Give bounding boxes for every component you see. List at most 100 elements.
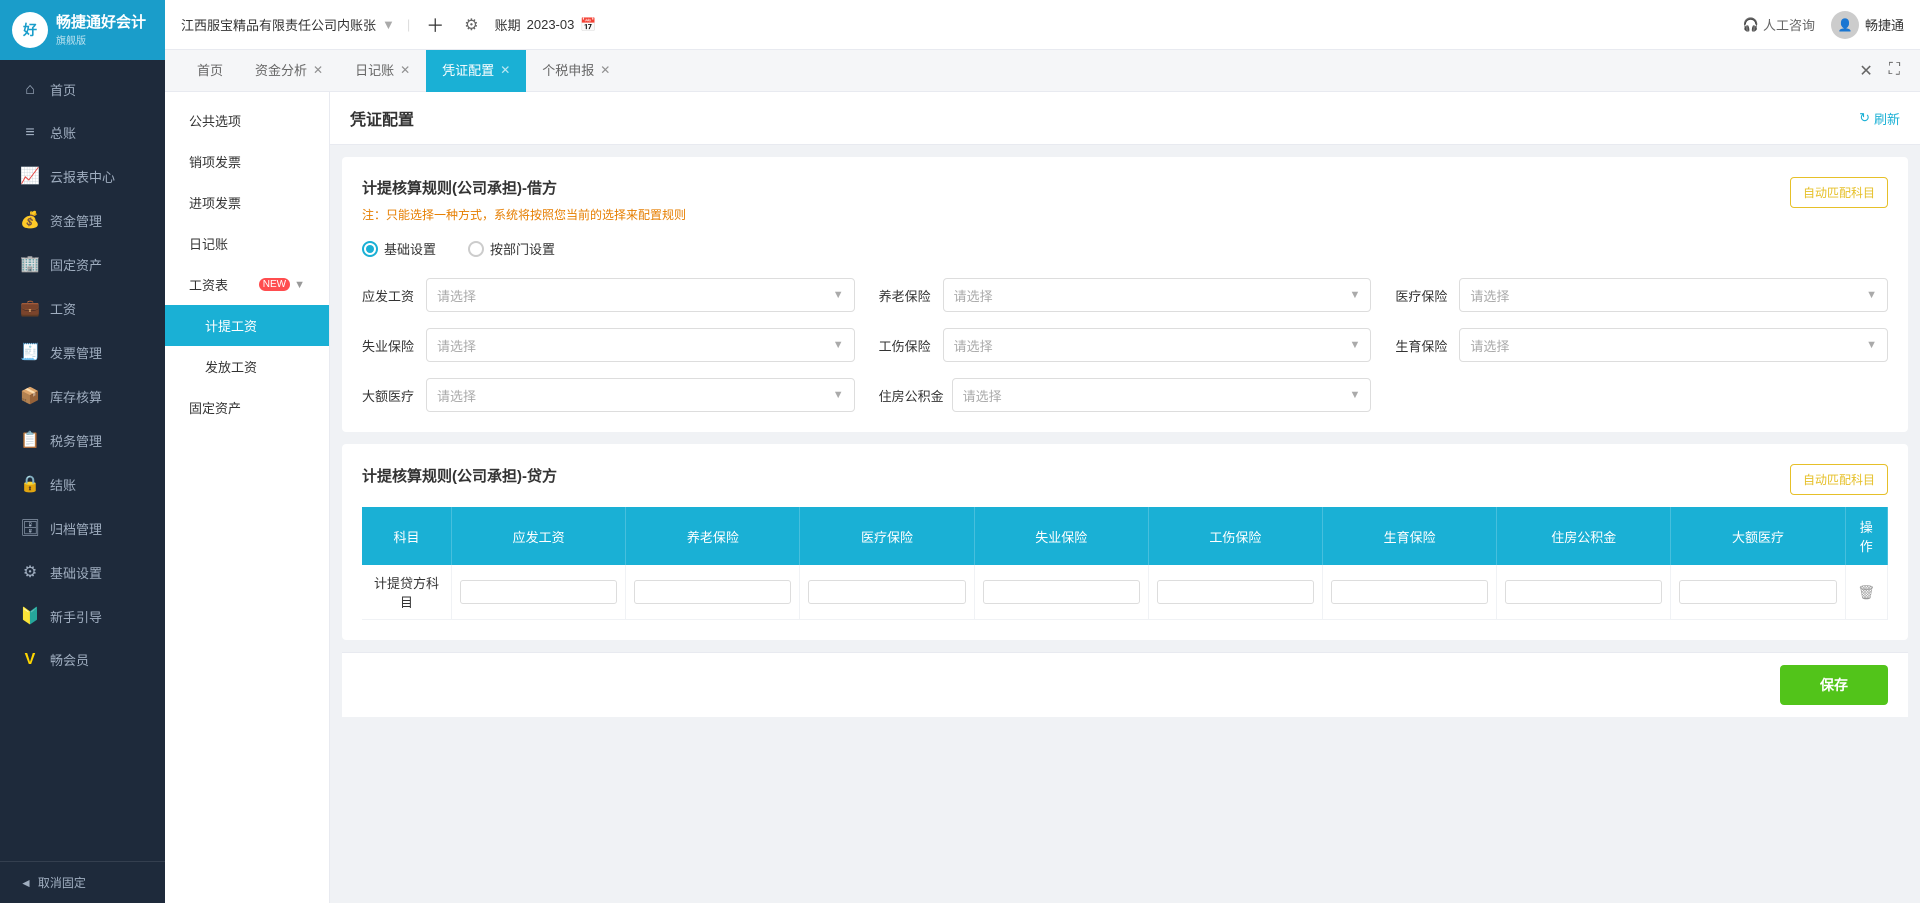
input-sybx[interactable] [983,580,1140,604]
left-nav-purchase[interactable]: 进项发票 [165,182,329,223]
col-dely: 大额医疗 [1671,507,1845,565]
sidebar-item-settings[interactable]: ⚙ 基础设置 [0,550,165,594]
tab-fund-label: 资金分析 [255,60,307,79]
page-title: 凭证配置 [350,106,414,130]
input-gsbx[interactable] [1157,580,1314,604]
select-sybx[interactable]: 请选择 ▼ [426,328,855,362]
sidebar-item-tax[interactable]: 📋 税务管理 [0,418,165,462]
tab-journal[interactable]: 日记账 ✕ [339,50,426,92]
tab-fund-close[interactable]: ✕ [313,63,323,77]
row-label-text: 计提贷方科目 [374,576,439,610]
sidebar-unpin-btn[interactable]: ◄ 取消固定 [0,861,165,903]
label-ylbx: 养老保险 [879,286,935,305]
service-label: 人工咨询 [1763,15,1815,34]
left-nav-journal[interactable]: 日记账 [165,223,329,264]
left-nav-fixed-assets[interactable]: 固定资产 [165,387,329,428]
sidebar-item-stock[interactable]: 📦 库存核算 [0,374,165,418]
tab-home[interactable]: 首页 [181,50,239,92]
left-nav-wage-table[interactable]: 工资表 NEW ▼ [165,264,329,305]
input-ylbx2[interactable] [808,580,965,604]
sidebar-item-assets[interactable]: 🏢 固定资产 [0,242,165,286]
select-dely[interactable]: 请选择 ▼ [426,378,855,412]
period-value: 2023-03 [527,17,575,32]
tab-tax[interactable]: 个税申报 ✕ [526,50,626,92]
sidebar: 好 畅捷通好会计 旗舰版 ⌂ 首页 ≡ 总账 📈 云报表中心 💰 资金管理 🏢 … [0,0,165,903]
refresh-btn[interactable]: ↻ 刷新 [1859,109,1900,128]
sidebar-logo: 好 畅捷通好会计 旗舰版 [0,0,165,60]
credit-auto-match-btn[interactable]: 自动匹配科目 [1790,464,1888,495]
tab-close-btn[interactable]: ✕ [1855,57,1876,85]
table-header-row: 科目 应发工资 养老保险 医疗保险 失业保险 工伤保险 生育保险 住房公积金 大… [362,507,1888,565]
sidebar-item-wages[interactable]: 💼 工资 [0,286,165,330]
tab-maximize-btn[interactable]: ⛶ [1885,57,1904,85]
input-dely[interactable] [1679,580,1836,604]
save-bar: 保存 [342,652,1908,717]
select-zfgjj[interactable]: 请选择 ▼ [952,378,1372,412]
avatar: 👤 [1831,11,1859,39]
select-dely-placeholder: 请选择 [437,386,476,405]
settings-gear-btn[interactable]: ⚙ [460,11,482,39]
field-yfgz: 应发工资 请选择 ▼ [362,278,855,312]
sidebar-item-member[interactable]: V 畅会员 [0,638,165,681]
input-zfgjj[interactable] [1505,580,1662,604]
radio-dept[interactable]: 按部门设置 [468,239,555,258]
select-yfgz[interactable]: 请选择 ▼ [426,278,855,312]
select-ylbx2-placeholder: 请选择 [1470,286,1509,305]
calendar-icon[interactable]: 📅 [580,17,596,33]
tab-journal-label: 日记账 [355,60,394,79]
col-yfgz-label: 应发工资 [513,530,565,545]
label-gsbx: 工伤保险 [879,336,935,355]
col-ylbx-label: 养老保险 [687,530,739,545]
company-selector[interactable]: 江西服宝精品有限责任公司内账张 ▼ [181,15,395,34]
sidebar-item-close[interactable]: 🔒 结账 [0,462,165,506]
col-ylbx2-label: 医疗保险 [861,530,913,545]
left-nav-public[interactable]: 公共选项 [165,100,329,141]
select-yfgz-placeholder: 请选择 [437,286,476,305]
sidebar-item-home[interactable]: ⌂ 首页 [0,68,165,111]
sidebar-item-reports[interactable]: 📈 云报表中心 [0,154,165,198]
select-gsbx[interactable]: 请选择 ▼ [943,328,1372,362]
user-menu[interactable]: 👤 畅捷通 [1831,11,1904,39]
sidebar-item-invoice[interactable]: 🧾 发票管理 [0,330,165,374]
cell-sybx [974,565,1148,620]
tab-voucher[interactable]: 凭证配置 ✕ [426,50,526,92]
debit-auto-match-btn[interactable]: 自动匹配科目 [1790,177,1888,208]
select-ylbx[interactable]: 请选择 ▼ [943,278,1372,312]
save-btn[interactable]: 保存 [1780,665,1888,705]
left-nav-advance-wage[interactable]: 计提工资 [165,305,329,346]
radio-basic[interactable]: 基础设置 [362,239,436,258]
member-icon: V [20,651,40,669]
sidebar-item-guide[interactable]: 🔰 新手引导 [0,594,165,638]
input-sybx2[interactable] [1331,580,1488,604]
tab-fund[interactable]: 资金分析 ✕ [239,50,339,92]
delete-row-btn[interactable]: 🗑 [1857,584,1875,600]
col-subject: 科目 [362,507,452,565]
invoice-icon: 🧾 [20,342,40,362]
sidebar-label-tax: 税务管理 [50,431,102,450]
tab-tax-close[interactable]: ✕ [600,63,610,77]
col-gsbx: 工伤保险 [1148,507,1322,565]
input-ylbx[interactable] [634,580,791,604]
add-company-btn[interactable]: ＋ [422,8,448,42]
service-btn[interactable]: 🎧 人工咨询 [1743,15,1815,34]
tab-tax-label: 个税申报 [542,60,594,79]
col-sybx: 失业保险 [974,507,1148,565]
select-ylbx2[interactable]: 请选择 ▼ [1459,278,1888,312]
tab-voucher-close[interactable]: ✕ [500,63,510,77]
label-sybx2: 生育保险 [1395,336,1451,355]
select-sybx2[interactable]: 请选择 ▼ [1459,328,1888,362]
left-nav-sales-label: 销项发票 [189,155,241,170]
sidebar-item-archive[interactable]: 🗄 归档管理 [0,506,165,550]
left-nav-sales[interactable]: 销项发票 [165,141,329,182]
left-nav-pay-wage[interactable]: 发放工资 [165,346,329,387]
col-ylbx: 养老保险 [626,507,800,565]
tab-journal-close[interactable]: ✕ [400,63,410,77]
settings-icon: ⚙ [20,562,40,582]
left-nav-purchase-label: 进项发票 [189,196,241,211]
headset-icon: 🎧 [1743,17,1759,33]
sidebar-item-fund[interactable]: 💰 资金管理 [0,198,165,242]
cell-sybx2 [1323,565,1497,620]
left-arrow-icon: ◄ [20,876,32,890]
sidebar-item-ledger[interactable]: ≡ 总账 [0,111,165,154]
input-yfgz[interactable] [460,580,617,604]
